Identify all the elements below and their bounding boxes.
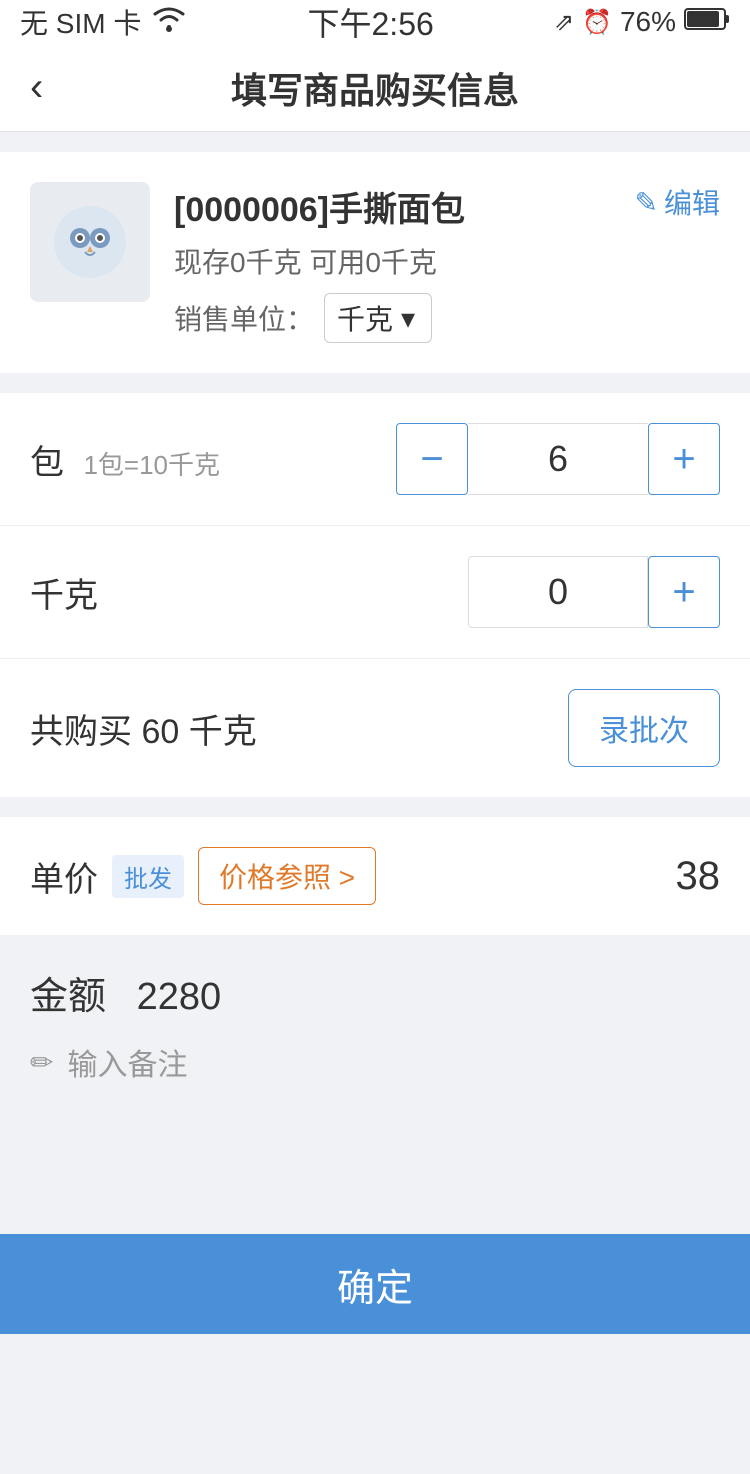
bao-controls: − +	[396, 423, 720, 495]
kg-row: 千克 +	[0, 526, 750, 659]
pencil-icon: ✏	[30, 1046, 53, 1079]
kg-input[interactable]	[468, 556, 648, 628]
product-unit: 销售单位： 千克 ▾	[174, 293, 720, 343]
page-title: 填写商品购买信息	[231, 62, 519, 114]
batch-tag: 批发	[112, 855, 184, 898]
alarm-icon: ⏰	[582, 8, 612, 37]
quantity-section: 包 1包=10千克 − + 千克 + 共购买 60 千克 录批次	[0, 393, 750, 797]
kg-controls: +	[468, 556, 720, 628]
battery-icon	[684, 6, 730, 39]
total-text: 共购买 60 千克	[30, 704, 257, 753]
sim-status: 无 SIM 卡	[20, 2, 141, 42]
wifi-icon	[151, 5, 187, 40]
status-time: 下午2:56	[308, 0, 434, 45]
amount-value: 2280	[137, 976, 222, 1018]
amount-section: 金额 2280 ✏ 输入备注	[0, 935, 750, 1114]
note-row[interactable]: ✏ 输入备注	[30, 1040, 720, 1084]
nav-bar: ‹ 填写商品购买信息	[0, 44, 750, 132]
status-right: ⇗ ⏰ 76%	[554, 6, 730, 39]
product-stock: 现存0千克 可用0千克	[174, 241, 720, 281]
unit-select[interactable]: 千克 ▾	[324, 293, 432, 343]
battery-text: 76%	[620, 6, 676, 38]
product-image	[30, 182, 150, 302]
price-label: 单价 批发 价格参照 >	[30, 847, 376, 905]
price-value: 38	[676, 854, 721, 899]
record-batch-button[interactable]: 录批次	[568, 689, 720, 767]
edit-button[interactable]: ✎ 编辑	[635, 182, 720, 222]
note-placeholder: 输入备注	[67, 1040, 187, 1084]
confirm-button[interactable]: 确定	[0, 1234, 750, 1334]
status-bar: 无 SIM 卡 下午2:56 ⇗ ⏰ 76%	[0, 0, 750, 44]
price-ref-button[interactable]: 价格参照 >	[198, 847, 376, 905]
location-icon: ⇗	[554, 8, 574, 37]
status-left: 无 SIM 卡	[20, 2, 187, 42]
bao-label: 包 1包=10千克	[30, 435, 396, 484]
edit-icon: ✎	[635, 186, 658, 219]
total-row: 共购买 60 千克 录批次	[0, 659, 750, 797]
price-section: 单价 批发 价格参照 > 38	[0, 817, 750, 935]
bao-row: 包 1包=10千克 − +	[0, 393, 750, 526]
back-button[interactable]: ‹	[30, 65, 43, 110]
chevron-down-icon: ▾	[401, 302, 415, 335]
bao-input[interactable]	[468, 423, 648, 495]
amount-row: 金额 2280	[30, 965, 720, 1020]
bao-decrement-button[interactable]: −	[396, 423, 468, 495]
bao-increment-button[interactable]: +	[648, 423, 720, 495]
kg-increment-button[interactable]: +	[648, 556, 720, 628]
kg-label: 千克	[30, 568, 468, 617]
product-card: [0000006]手撕面包 现存0千克 可用0千克 销售单位： 千克 ▾ ✎ 编…	[0, 152, 750, 373]
